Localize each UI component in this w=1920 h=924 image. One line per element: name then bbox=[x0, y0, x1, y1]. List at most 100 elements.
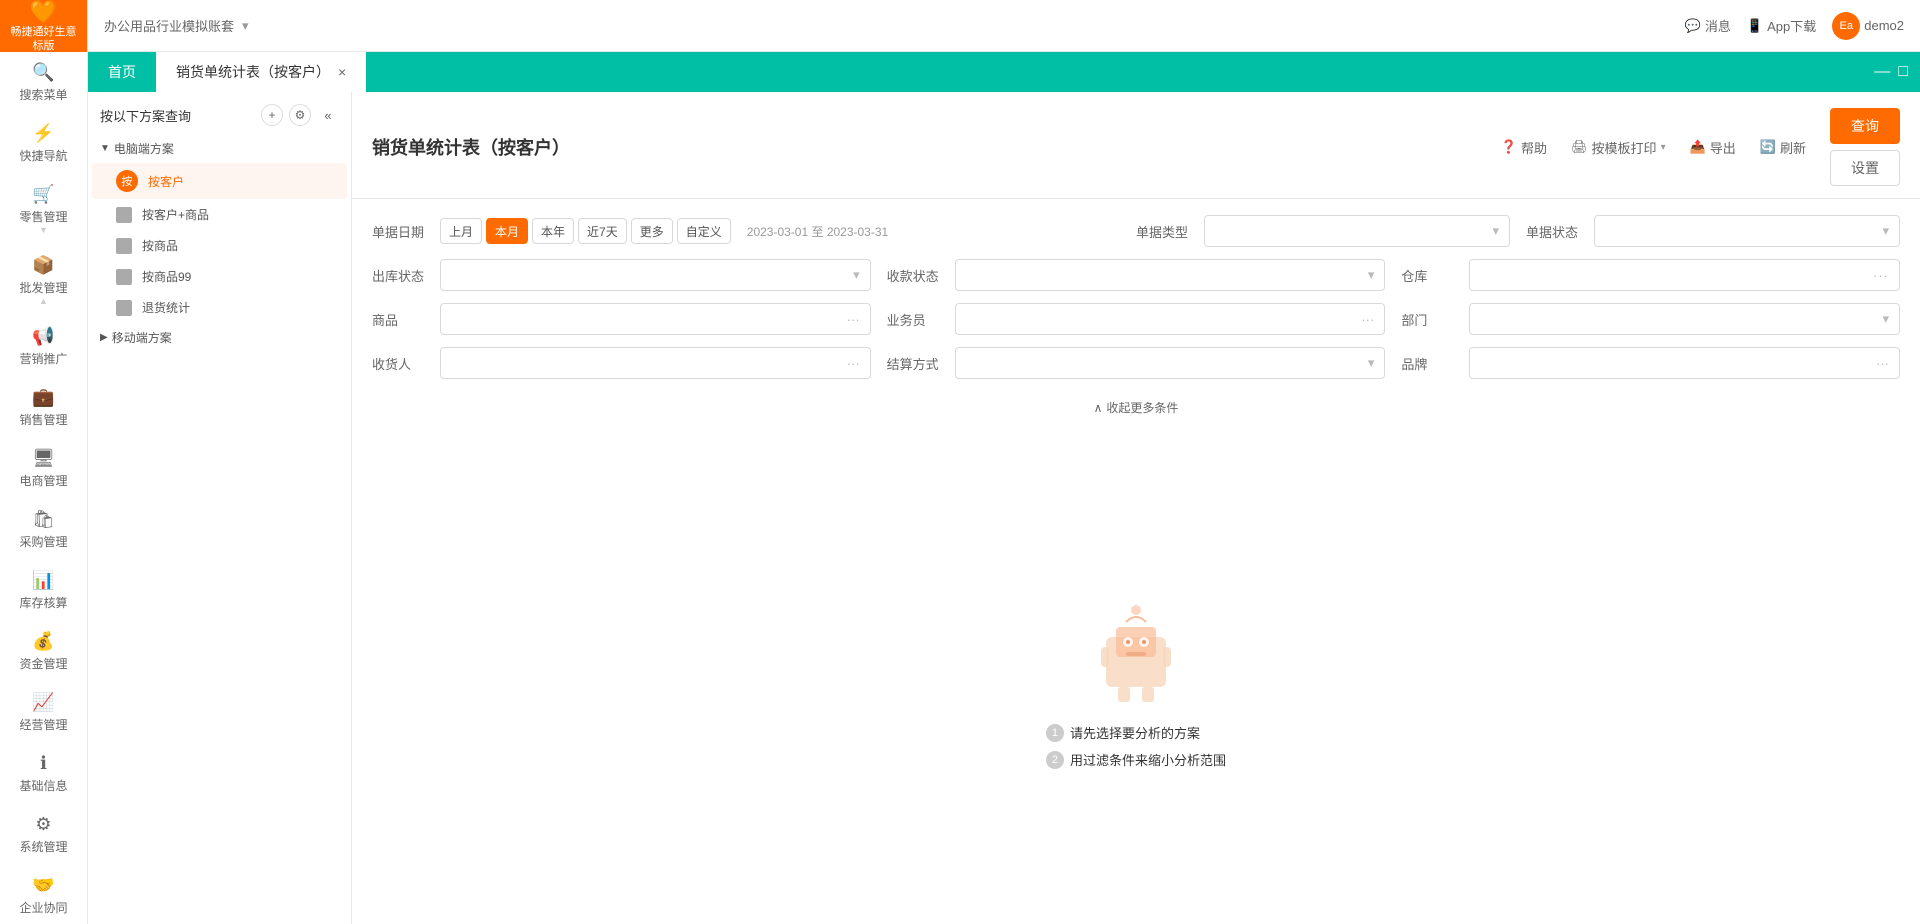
collapse-panel-button[interactable]: « bbox=[317, 104, 339, 126]
sidebar-item-purchase[interactable]: 🛍 采购管理 bbox=[0, 499, 87, 560]
query-button-group: 查询 设置 bbox=[1830, 108, 1900, 186]
sidebar-item-basic[interactable]: ℹ 基础信息 bbox=[0, 743, 87, 804]
by-customer-icon: 按 bbox=[116, 170, 138, 192]
sidebar-item-marketing[interactable]: 📢 营销推广 bbox=[0, 316, 87, 377]
export-button[interactable]: 📤 导出 bbox=[1682, 134, 1744, 161]
department-input[interactable]: ▾ bbox=[1469, 303, 1900, 335]
basic-icon: ℹ bbox=[40, 753, 47, 774]
receiver-ellipsis-icon: ··· bbox=[847, 356, 860, 371]
collapse-up-icon: ∧ bbox=[1094, 401, 1103, 415]
sidebar-item-retail[interactable]: 🛒 零售管理 ▼ bbox=[0, 174, 87, 245]
page-title: 销货单统计表（按客户） bbox=[372, 134, 570, 160]
order-status-dropdown-icon: ▾ bbox=[1882, 223, 1889, 239]
content-area: 按以下方案查询 + ⚙ « ▼ 电脑端方案 bbox=[88, 92, 1920, 924]
order-type-filter-item: 单据类型 ▾ bbox=[1136, 215, 1510, 247]
last-month-btn[interactable]: 上月 bbox=[440, 218, 482, 244]
sidebar-item-finance[interactable]: 💰 资金管理 bbox=[0, 621, 87, 682]
sidebar-item-wholesale[interactable]: 📦 批发管理 ▲ bbox=[0, 245, 87, 316]
sidebar-item-quicknav[interactable]: ⚡ 快捷导航 bbox=[0, 113, 87, 174]
purchase-icon: 🛍 bbox=[32, 509, 55, 530]
window-min-button[interactable]: — bbox=[1874, 63, 1890, 81]
template-print-button[interactable]: 🖨 按模板打印 ▾ bbox=[1563, 134, 1674, 161]
collapse-more-conditions-button[interactable]: ∧ 收起更多条件 bbox=[372, 391, 1900, 424]
scheme-return-stat[interactable]: 退货统计 bbox=[92, 292, 347, 323]
scheme-by-product[interactable]: 按商品 bbox=[92, 230, 347, 261]
custom-btn[interactable]: 自定义 bbox=[677, 218, 731, 244]
mobile-group-header[interactable]: ▶ 移动端方案 bbox=[92, 323, 347, 352]
scheme-settings-button[interactable]: ⚙ bbox=[289, 104, 311, 126]
tab-sales-stat[interactable]: 销货单统计表（按客户） × bbox=[156, 52, 366, 92]
retail-icon: 🛒 bbox=[32, 184, 54, 205]
app-name: 畅捷通好生意 bbox=[11, 25, 77, 39]
sidebar-item-operations[interactable]: 📈 经营管理 bbox=[0, 682, 87, 743]
warehouse-input[interactable]: ··· bbox=[1469, 259, 1900, 291]
warehouse-ellipsis-icon: ··· bbox=[1873, 268, 1889, 283]
this-year-btn[interactable]: 本年 bbox=[532, 218, 574, 244]
print-dropdown-icon: ▾ bbox=[1661, 142, 1666, 153]
sidebar-item-system[interactable]: ⚙ 系统管理 bbox=[0, 804, 87, 865]
message-button[interactable]: 💬 消息 bbox=[1685, 16, 1731, 35]
filter-row-4: 收货人 ··· 结算方式 ▾ 品牌 bbox=[372, 347, 1900, 379]
header-breadcrumb-area: 办公用品行业模拟账套 ▾ bbox=[104, 16, 249, 35]
scheme-by-product-label: 按商品 bbox=[142, 237, 178, 254]
window-max-button[interactable]: □ bbox=[1898, 63, 1908, 81]
delivery-status-input[interactable]: ▾ bbox=[440, 259, 871, 291]
sidebar-item-enterprise[interactable]: 🤝 企业协同 bbox=[0, 865, 87, 924]
scheme-by-product-99-label: 按商品99 bbox=[142, 268, 191, 285]
brand-input[interactable]: ··· bbox=[1469, 347, 1900, 379]
add-scheme-button[interactable]: + bbox=[261, 104, 283, 126]
top-header: 办公用品行业模拟账套 ▾ 💬 消息 📱 App下载 Ea demo2 bbox=[88, 0, 1920, 52]
mobile-group-label: 移动端方案 bbox=[112, 329, 172, 346]
sidebar-system-label: 系统管理 bbox=[19, 838, 67, 855]
last-7-days-btn[interactable]: 近7天 bbox=[578, 218, 627, 244]
hint-2-number: 2 bbox=[1046, 751, 1064, 769]
receiver-input[interactable]: ··· bbox=[440, 347, 871, 379]
payment-status-label: 收款状态 bbox=[887, 266, 947, 285]
settlement-input[interactable]: ▾ bbox=[955, 347, 1386, 379]
user-profile[interactable]: Ea demo2 bbox=[1832, 12, 1904, 40]
export-label: 导出 bbox=[1710, 138, 1736, 157]
product-input[interactable]: ··· bbox=[440, 303, 871, 335]
desktop-group-header[interactable]: ▼ 电脑端方案 bbox=[92, 134, 347, 163]
refresh-label: 刷新 bbox=[1780, 138, 1806, 157]
username: demo2 bbox=[1864, 18, 1904, 33]
help-icon: ❓ bbox=[1501, 139, 1517, 155]
help-button[interactable]: ❓ 帮助 bbox=[1493, 134, 1555, 161]
message-label: 消息 bbox=[1705, 16, 1731, 35]
main-content-panel: 销货单统计表（按客户） ❓ 帮助 🖨 按模板打印 ▾ 📤 导出 bbox=[352, 92, 1920, 924]
hint-1-text: 请先选择要分析的方案 bbox=[1070, 723, 1200, 742]
inventory-icon: 📊 bbox=[32, 570, 54, 591]
query-button[interactable]: 查询 bbox=[1830, 108, 1900, 144]
scheme-by-product-99[interactable]: 按商品99 bbox=[92, 261, 347, 292]
sidebar-item-inventory[interactable]: 📊 库存核算 bbox=[0, 560, 87, 621]
empty-hint-2: 2 用过滤条件来缩小分析范围 bbox=[1046, 750, 1226, 769]
quicknav-icon: ⚡ bbox=[32, 123, 54, 144]
this-month-btn[interactable]: 本月 bbox=[486, 218, 528, 244]
search-icon: 🔍 bbox=[32, 62, 54, 83]
salesperson-input[interactable]: ··· bbox=[955, 303, 1386, 335]
side-panel-actions: + ⚙ « bbox=[261, 104, 339, 126]
refresh-icon: 🔄 bbox=[1760, 139, 1776, 155]
payment-status-filter-item: 收款状态 ▾ bbox=[887, 259, 1386, 291]
sidebar-item-sales[interactable]: 💼 销售管理 bbox=[0, 377, 87, 438]
system-icon: ⚙ bbox=[35, 814, 51, 835]
tab-home[interactable]: 首页 bbox=[88, 52, 156, 92]
refresh-button[interactable]: 🔄 刷新 bbox=[1752, 134, 1814, 161]
settings-button[interactable]: 设置 bbox=[1830, 150, 1900, 186]
scheme-by-customer-product[interactable]: 按客户+商品 bbox=[92, 199, 347, 230]
payment-status-input[interactable]: ▾ bbox=[955, 259, 1386, 291]
breadcrumb-dropdown-icon[interactable]: ▾ bbox=[242, 18, 249, 34]
more-btn[interactable]: 更多 bbox=[631, 218, 673, 244]
tab-close-icon[interactable]: × bbox=[338, 64, 346, 80]
app-download-button[interactable]: 📱 App下载 bbox=[1747, 16, 1816, 35]
marketing-icon: 📢 bbox=[32, 326, 54, 347]
scheme-by-customer[interactable]: 按 按客户 bbox=[92, 163, 347, 199]
mobile-scheme-group: ▶ 移动端方案 bbox=[88, 323, 351, 352]
hint-2-text: 用过滤条件来缩小分析范围 bbox=[1070, 750, 1226, 769]
main-area: 办公用品行业模拟账套 ▾ 💬 消息 📱 App下载 Ea demo2 首页 bbox=[88, 0, 1920, 924]
brand-filter-item: 品牌 ··· bbox=[1401, 347, 1900, 379]
sidebar-item-ecommerce[interactable]: 🖥 电商管理 bbox=[0, 438, 87, 499]
order-status-input[interactable]: ▾ bbox=[1594, 215, 1900, 247]
order-type-input[interactable]: ▾ bbox=[1204, 215, 1510, 247]
sidebar-item-search[interactable]: 🔍 搜索菜单 bbox=[0, 52, 87, 113]
